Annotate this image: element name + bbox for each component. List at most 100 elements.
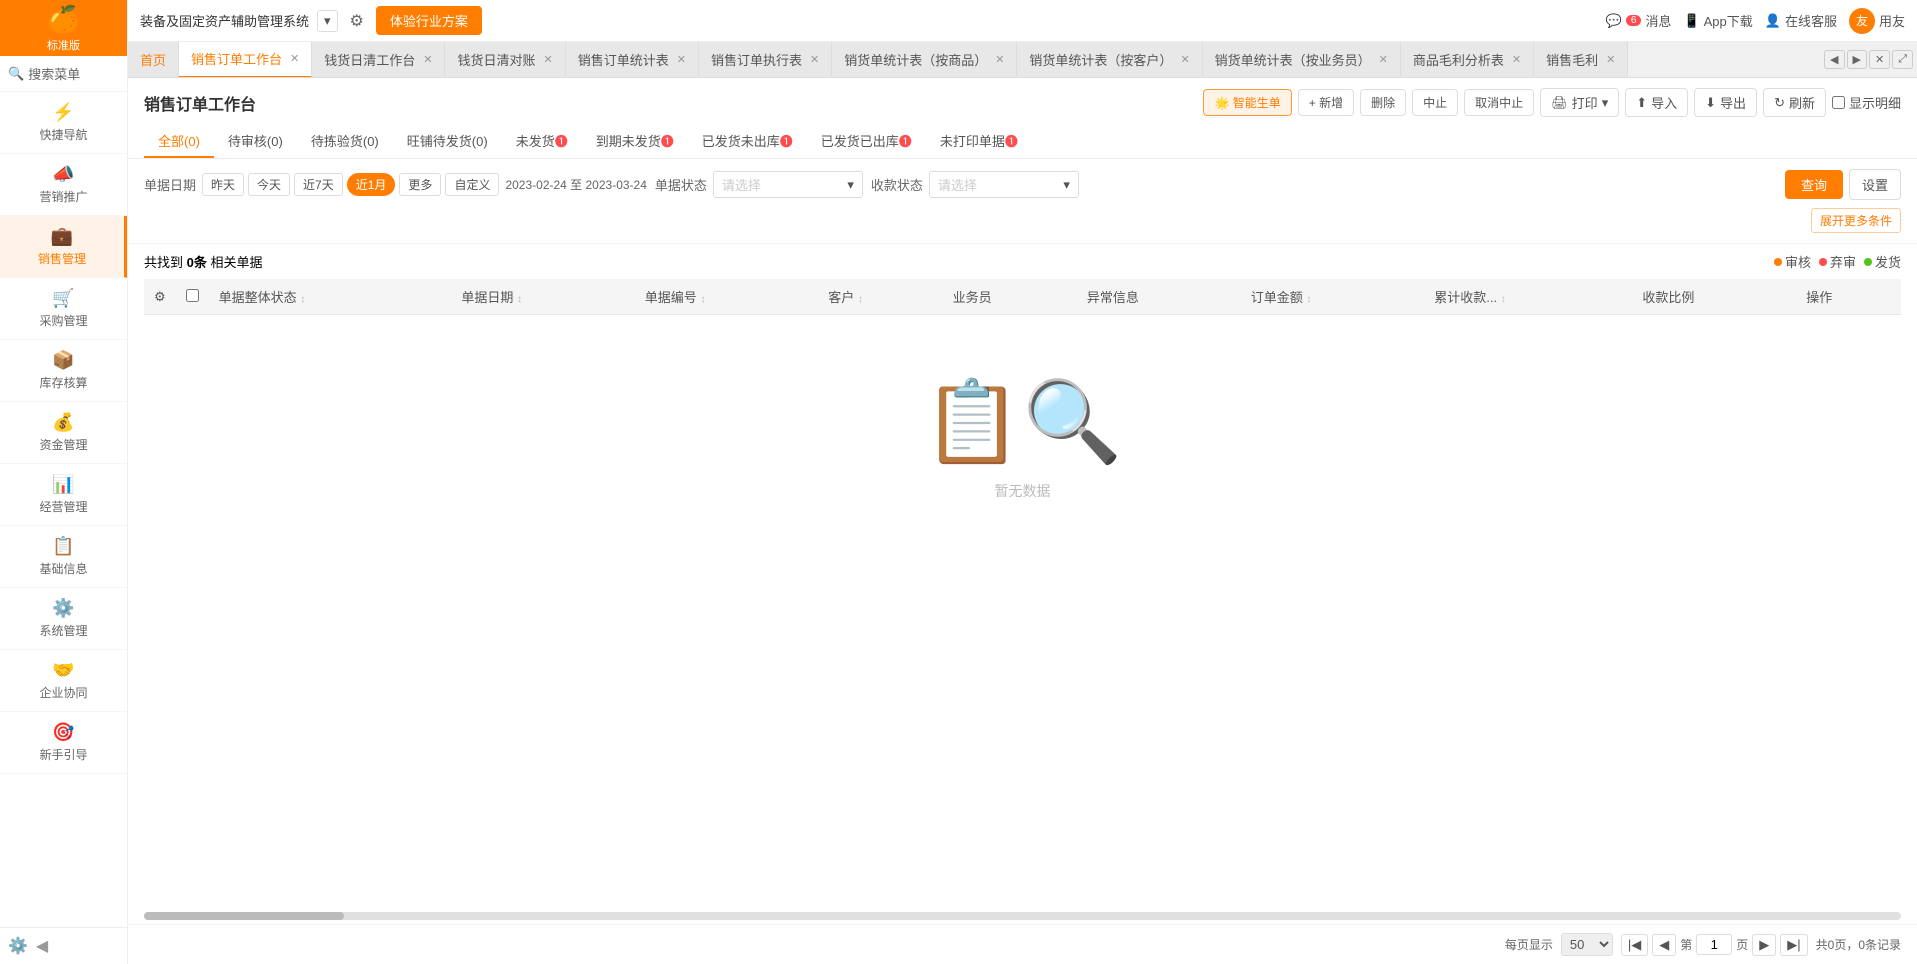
page-number-input[interactable]: [1696, 934, 1732, 955]
tab-product-margin-close[interactable]: ✕: [1512, 53, 1521, 66]
subtab-overdue-not-shipped[interactable]: 到期未发货❶: [582, 125, 688, 158]
quick-cancel-review-button[interactable]: 弃审: [1819, 252, 1856, 271]
status-select[interactable]: 请选择 ▾: [713, 171, 863, 198]
sidebar-search[interactable]: 🔍 搜索菜单: [0, 56, 127, 92]
col-amount-sort[interactable]: ↕: [1306, 294, 1311, 305]
page-next-button[interactable]: ▶: [1752, 934, 1776, 956]
subtab-shipped-out[interactable]: 已发货已出库❶: [807, 125, 926, 158]
col-settings[interactable]: ⚙: [144, 279, 176, 315]
sidebar-item-operations[interactable]: 📊 经营管理: [0, 464, 127, 526]
tab-maximize[interactable]: ⤢: [1892, 50, 1913, 69]
tab-product-margin[interactable]: 商品毛利分析表 ✕: [1401, 42, 1534, 78]
sidebar-item-marketing[interactable]: 📣 营销推广: [0, 154, 127, 216]
date-btn-custom[interactable]: 自定义: [445, 173, 499, 196]
ai-generate-button[interactable]: 🌟 智能生单: [1203, 89, 1291, 116]
tab-sales-profit-close[interactable]: ✕: [1606, 53, 1615, 66]
tab-sales-workbench[interactable]: 销售订单工作台 ✕: [179, 42, 312, 78]
tab-sales-execute-close[interactable]: ✕: [810, 53, 819, 66]
date-btn-yesterday[interactable]: 昨天: [202, 173, 244, 196]
tab-sales-salesman-close[interactable]: ✕: [1379, 53, 1388, 66]
quick-ship-button[interactable]: 发货: [1864, 252, 1901, 271]
show-detail-checkbox[interactable]: 显示明细: [1832, 93, 1901, 112]
tab-sales-salesman[interactable]: 销货单统计表（按业务员） ✕: [1203, 42, 1401, 78]
sidebar-item-sales[interactable]: 💼 销售管理: [0, 216, 127, 278]
sidebar-item-inventory[interactable]: 📦 库存核算: [0, 340, 127, 402]
sidebar-item-enterprise[interactable]: 🤝 企业协同: [0, 650, 127, 712]
page-prev-button[interactable]: ◀: [1652, 934, 1676, 956]
sidebar-item-guide[interactable]: 🎯 新手引导: [0, 712, 127, 774]
subtab-not-shipped[interactable]: 未发货❶: [502, 125, 582, 158]
col-customer-sort[interactable]: ↕: [858, 294, 863, 305]
tab-sales-workbench-close[interactable]: ✕: [290, 52, 299, 65]
tab-scroll-left[interactable]: ◀: [1824, 50, 1844, 69]
detail-checkbox-input[interactable]: [1832, 96, 1845, 109]
col-number-sort[interactable]: ↕: [700, 294, 705, 305]
col-status-sort[interactable]: ↕: [300, 294, 305, 305]
subtab-shipped-not-out[interactable]: 已发货未出库❶: [688, 125, 807, 158]
tab-sales-stats-close[interactable]: ✕: [677, 53, 686, 66]
tab-sales-customer-close[interactable]: ✕: [1180, 53, 1189, 66]
select-all-checkbox[interactable]: [186, 289, 199, 302]
industry-solution-button[interactable]: 体验行业方案: [376, 6, 482, 35]
tab-cash-daily-close[interactable]: ✕: [423, 53, 432, 66]
page-size-select[interactable]: 50 100 200: [1561, 933, 1613, 956]
delete-button[interactable]: 删除: [1360, 89, 1406, 116]
query-button[interactable]: 查询: [1785, 170, 1843, 199]
subtab-not-printed[interactable]: 未打印单据❶: [926, 125, 1032, 158]
sidebar-item-system[interactable]: ⚙️ 系统管理: [0, 588, 127, 650]
subtab-pending-review[interactable]: 待审核(0): [214, 125, 297, 158]
suspend-button[interactable]: 中止: [1412, 89, 1458, 116]
cancel-suspend-button[interactable]: 取消中止: [1464, 89, 1534, 116]
sidebar-bottom: ⚙️ ◀: [0, 927, 127, 964]
tab-cash-reconcile-close[interactable]: ✕: [544, 53, 553, 66]
tab-sales-product-close[interactable]: ✕: [995, 53, 1004, 66]
settings-bottom-icon[interactable]: ⚙️: [8, 936, 28, 956]
export-button[interactable]: ⬇ 导出: [1694, 88, 1757, 117]
date-btn-1month[interactable]: 近1月: [347, 173, 396, 196]
tab-sales-profit[interactable]: 销售毛利 ✕: [1534, 42, 1628, 78]
collapse-icon[interactable]: ◀: [36, 936, 48, 956]
sidebar-item-quick-nav[interactable]: ⚡ 快捷导航: [0, 92, 127, 154]
tab-home[interactable]: 首页: [128, 42, 179, 78]
date-btn-today[interactable]: 今天: [248, 173, 290, 196]
setting-button[interactable]: 设置: [1849, 169, 1901, 200]
refresh-button[interactable]: ↻ 刷新: [1763, 88, 1826, 117]
horizontal-scrollbar[interactable]: [144, 912, 1901, 920]
subtab-wangpu-pending[interactable]: 旺铺待发货(0): [393, 125, 502, 158]
quick-review-button[interactable]: 审核: [1774, 252, 1811, 271]
system-dropdown[interactable]: ▾: [317, 10, 338, 32]
tab-scroll-right[interactable]: ▶: [1847, 50, 1867, 69]
page-last-button[interactable]: ▶|: [1780, 934, 1807, 956]
sidebar-item-base-info[interactable]: 📋 基础信息: [0, 526, 127, 588]
table-info: 共找到 0条 相关单据 审核 弃审 发货: [144, 252, 1901, 271]
col-checkbox[interactable]: [176, 279, 209, 315]
subtab-pending-inspect[interactable]: 待拣验货(0): [297, 125, 393, 158]
print-button[interactable]: 🖨 打印 ▾: [1540, 88, 1619, 117]
date-btn-7days[interactable]: 近7天: [294, 173, 343, 196]
topbar-settings-icon[interactable]: ⚙: [346, 7, 368, 35]
col-date-sort[interactable]: ↕: [517, 294, 522, 305]
new-button[interactable]: + 新增: [1298, 89, 1354, 116]
expand-more-conditions[interactable]: 展开更多条件: [1811, 208, 1901, 233]
tab-cash-reconcile[interactable]: 钱货日清对账 ✕: [445, 42, 565, 78]
tab-close-all[interactable]: ✕: [1869, 50, 1890, 69]
purchase-icon: 🛒: [52, 288, 74, 309]
tab-cash-daily[interactable]: 钱货日清工作台 ✕: [312, 42, 445, 78]
date-btn-more[interactable]: 更多: [399, 173, 441, 196]
user-menu[interactable]: 友 用友: [1849, 8, 1905, 34]
table-scroll[interactable]: ⚙ 单据整体状态 ↕ 单据日期 ↕ 单据编号: [144, 279, 1901, 315]
message-button[interactable]: 💬 6 消息: [1606, 11, 1672, 30]
page-first-button[interactable]: |◀: [1621, 934, 1648, 956]
tab-sales-execute[interactable]: 销售订单执行表 ✕: [699, 42, 832, 78]
sidebar-item-purchase[interactable]: 🛒 采购管理: [0, 278, 127, 340]
subtab-all[interactable]: 全部(0): [144, 125, 214, 158]
import-button[interactable]: ⬆ 导入: [1625, 88, 1688, 117]
app-download-button[interactable]: 📱 App下载: [1683, 11, 1752, 30]
payment-select[interactable]: 请选择 ▾: [929, 171, 1079, 198]
tab-sales-customer[interactable]: 销货单统计表（按客户） ✕: [1017, 42, 1202, 78]
tab-sales-stats[interactable]: 销售订单统计表 ✕: [566, 42, 699, 78]
sidebar-item-finance[interactable]: 💰 资金管理: [0, 402, 127, 464]
tab-sales-product[interactable]: 销货单统计表（按商品） ✕: [832, 42, 1017, 78]
online-service-button[interactable]: 👤 在线客服: [1765, 11, 1837, 30]
col-cumulative-sort[interactable]: ↕: [1501, 294, 1506, 305]
